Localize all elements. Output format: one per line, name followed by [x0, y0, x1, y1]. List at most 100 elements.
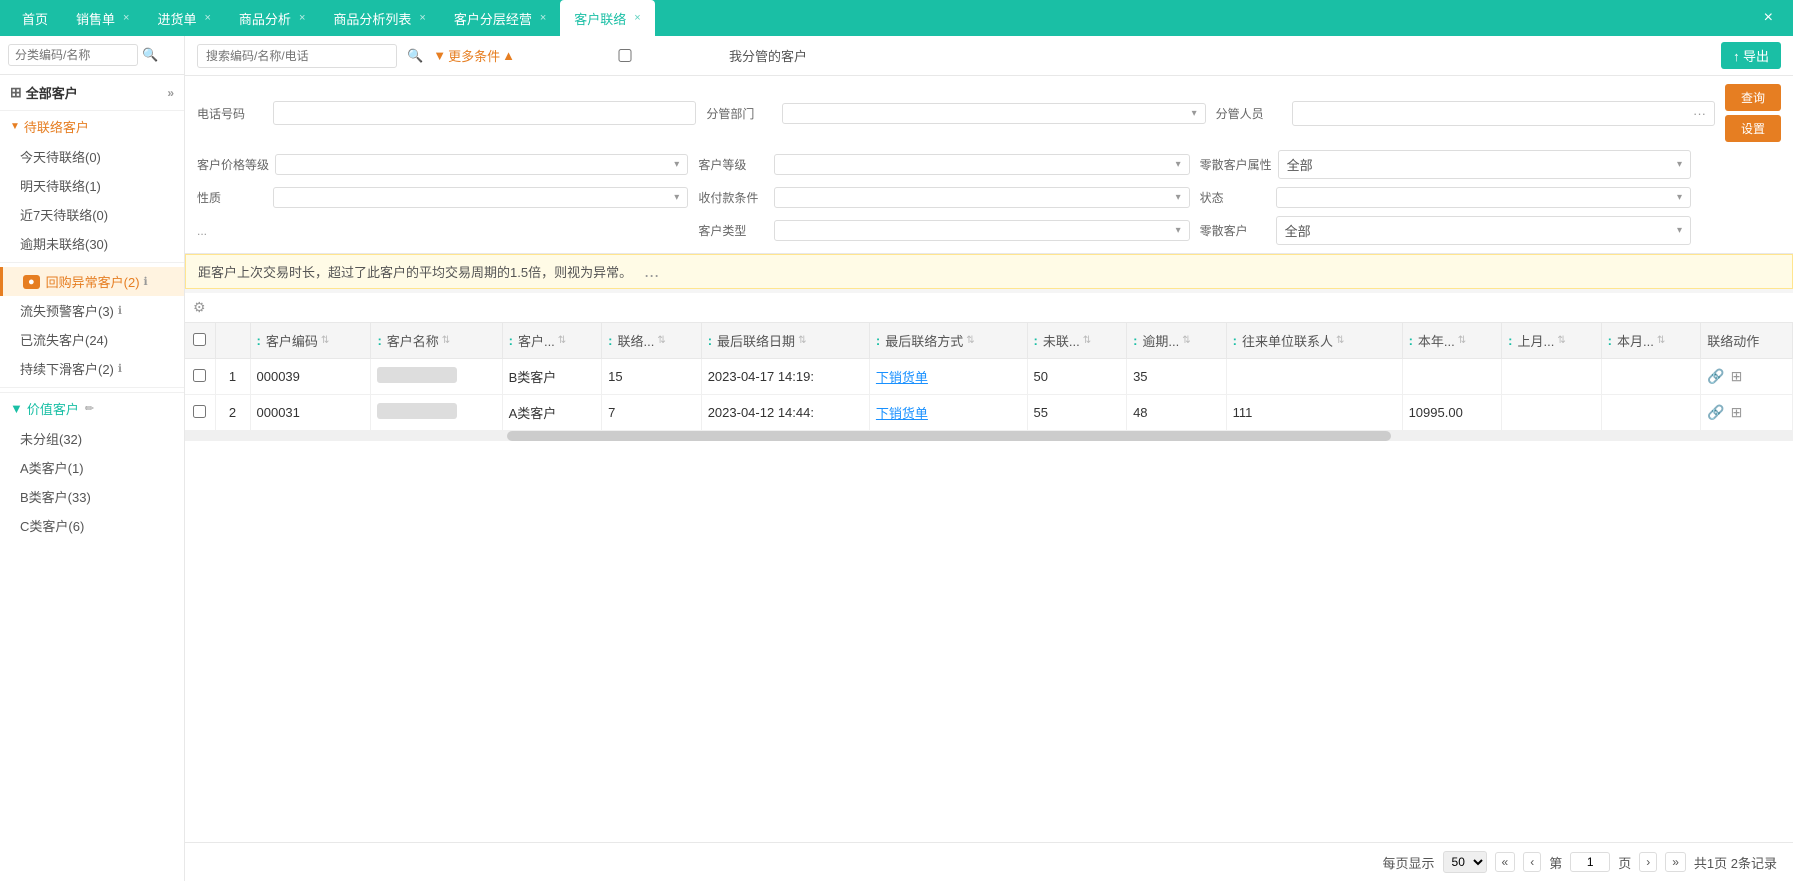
status-chevron-icon: ▾: [1677, 192, 1682, 203]
row2-link-icon[interactable]: 🔗: [1707, 404, 1724, 421]
row2-method-link[interactable]: 下销货单: [876, 406, 928, 421]
export-button[interactable]: ↑ 导出: [1721, 42, 1781, 69]
sidebar-collapse-icon[interactable]: »: [167, 86, 174, 100]
sidebar-repurchase-abnormal[interactable]: ● 回购异常客户(2) ℹ: [0, 267, 184, 296]
nav-purchase[interactable]: 进货单 ×: [143, 0, 224, 36]
retail-customer-select[interactable]: 全部 ▾: [1276, 216, 1691, 245]
scrollbar-thumb[interactable]: [507, 431, 1391, 441]
row2-actions: 🔗 ⊞: [1701, 395, 1793, 431]
settings-button[interactable]: 设置: [1725, 115, 1781, 142]
sidebar-pending-section[interactable]: ▼ 待联络客户: [0, 111, 184, 142]
code-divider: :: [257, 333, 261, 348]
sidebar-search-input[interactable]: [8, 44, 138, 66]
payment-select[interactable]: ▾: [774, 187, 1189, 208]
window-close[interactable]: ×: [1752, 9, 1785, 27]
dept-label: 分管部门: [706, 105, 776, 122]
customer-type-select[interactable]: ▾: [774, 220, 1189, 241]
last-page-btn[interactable]: »: [1665, 852, 1686, 872]
page-number-input[interactable]: [1570, 852, 1610, 872]
sidebar-all-customers-header[interactable]: ⊞ 全部客户 »: [0, 75, 184, 111]
sidebar-search-icon[interactable]: 🔍: [142, 47, 158, 63]
method-sort-icon[interactable]: ⇅: [966, 335, 974, 346]
date-sort-icon[interactable]: ⇅: [798, 335, 806, 346]
more-conditions-btn[interactable]: ▼ 更多条件 ▲: [433, 46, 515, 65]
select-all-checkbox[interactable]: [193, 333, 206, 346]
nav-sales-close[interactable]: ×: [123, 12, 129, 24]
row1-company-contact: [1226, 359, 1402, 395]
retail-attr-select[interactable]: 全部 ▾: [1278, 150, 1691, 179]
nav-product-analysis[interactable]: 商品分析 ×: [225, 0, 319, 36]
value-edit-icon[interactable]: ✏: [85, 402, 94, 415]
my-customers-filter[interactable]: 我分管的客户: [525, 46, 807, 65]
row2-name: [371, 395, 502, 431]
tooltip-more-btn[interactable]: ...: [640, 261, 663, 282]
uncontacted-sort-icon[interactable]: ⇅: [1083, 335, 1091, 346]
sidebar-lost-predicted[interactable]: 流失预警客户(3) ℹ: [0, 296, 184, 325]
search-input[interactable]: [197, 44, 397, 68]
price-grade-select[interactable]: ▾: [275, 154, 688, 175]
nav-home[interactable]: 首页: [8, 0, 62, 36]
company-sort-icon[interactable]: ⇅: [1336, 335, 1344, 346]
sidebar-today-pending[interactable]: 今天待联络(0): [0, 142, 184, 171]
sidebar-class-a[interactable]: A类客户(1): [0, 453, 184, 482]
sidebar-class-c[interactable]: C类客户(6): [0, 511, 184, 540]
horizontal-scrollbar[interactable]: [185, 431, 1793, 441]
main-layout: 🔍 ⊞ 全部客户 » ▼ 待联络客户 今天待联络(0) 明天待联络(1) 近7天…: [0, 36, 1793, 881]
more-field: ...: [197, 224, 688, 238]
payment-chevron-icon: ▾: [1176, 192, 1181, 203]
sidebar-value-section[interactable]: ▼ 价值客户 ✏: [0, 392, 184, 424]
row2-checkbox[interactable]: [193, 405, 206, 418]
nav-purchase-close[interactable]: ×: [204, 12, 210, 24]
sidebar-tomorrow-pending[interactable]: 明天待联络(1): [0, 171, 184, 200]
first-page-btn[interactable]: «: [1495, 852, 1516, 872]
search-icon[interactable]: 🔍: [407, 48, 423, 64]
row1-grid-icon[interactable]: ⊞: [1731, 368, 1743, 385]
customer-type-chevron-icon: ▾: [1176, 225, 1181, 236]
sidebar-class-b[interactable]: B类客户(33): [0, 482, 184, 511]
table-settings-icon[interactable]: ⚙: [193, 299, 206, 316]
grid-icon: ⊞: [10, 84, 22, 101]
prev-page-btn[interactable]: ‹: [1523, 852, 1541, 872]
per-page-select[interactable]: 50: [1443, 851, 1487, 873]
next-page-btn[interactable]: ›: [1639, 852, 1657, 872]
query-button[interactable]: 查询: [1725, 84, 1781, 111]
year-sort-icon[interactable]: ⇅: [1458, 335, 1466, 346]
nav-customer-contact[interactable]: 客户联络 ×: [560, 0, 654, 36]
customer-type-label: 客户类型: [698, 222, 768, 239]
nav-sales[interactable]: 销售单 ×: [62, 0, 143, 36]
nav-product-analysis-list-close[interactable]: ×: [419, 12, 425, 24]
th-customer-type: : 客户... ⇅: [502, 323, 602, 359]
my-customers-checkbox[interactable]: [525, 49, 725, 62]
sidebar-ungrouped[interactable]: 未分组(32): [0, 424, 184, 453]
row1-checkbox[interactable]: [193, 369, 206, 382]
row1-link-icon[interactable]: 🔗: [1707, 368, 1724, 385]
contact-sort-icon[interactable]: ⇅: [657, 335, 665, 346]
dept-select[interactable]: ▾: [782, 103, 1205, 124]
sidebar-already-lost[interactable]: 已流失客户(24): [0, 325, 184, 354]
overdue-sort-icon[interactable]: ⇅: [1182, 335, 1190, 346]
sidebar-divider-2: [0, 387, 184, 388]
row1-method-link[interactable]: 下销货单: [876, 370, 928, 385]
phone-input[interactable]: [273, 101, 696, 125]
nav-product-analysis-list[interactable]: 商品分析列表 ×: [319, 0, 439, 36]
nav-customer-tier[interactable]: 客户分层经营 ×: [440, 0, 560, 36]
gender-select[interactable]: ▾: [273, 187, 688, 208]
nav-product-analysis-close[interactable]: ×: [299, 12, 305, 24]
code-sort-icon[interactable]: ⇅: [321, 335, 329, 346]
nav-customer-tier-close[interactable]: ×: [540, 12, 546, 24]
type-sort-icon[interactable]: ⇅: [558, 335, 566, 346]
this-month-sort-icon[interactable]: ⇅: [1657, 335, 1665, 346]
sidebar-overdue-pending[interactable]: 逾期未联络(30): [0, 229, 184, 258]
sidebar-week-pending[interactable]: 近7天待联络(0): [0, 200, 184, 229]
name-sort-icon[interactable]: ⇅: [442, 335, 450, 346]
person-select[interactable]: ···: [1292, 101, 1715, 126]
th-uncontacted: : 未联... ⇅: [1027, 323, 1127, 359]
customer-grade-select[interactable]: ▾: [774, 154, 1189, 175]
last-month-sort-icon[interactable]: ⇅: [1557, 335, 1565, 346]
nav-customer-contact-close[interactable]: ×: [634, 12, 640, 24]
table-header-row: : 客户编码 ⇅ : 客户名称 ⇅: [185, 323, 1793, 359]
status-select[interactable]: ▾: [1276, 187, 1691, 208]
sidebar-continuous-down[interactable]: 持续下滑客户(2) ℹ: [0, 354, 184, 383]
row2-grid-icon[interactable]: ⊞: [1731, 404, 1743, 421]
filter-bar-right: ↑ 导出: [1721, 42, 1781, 69]
